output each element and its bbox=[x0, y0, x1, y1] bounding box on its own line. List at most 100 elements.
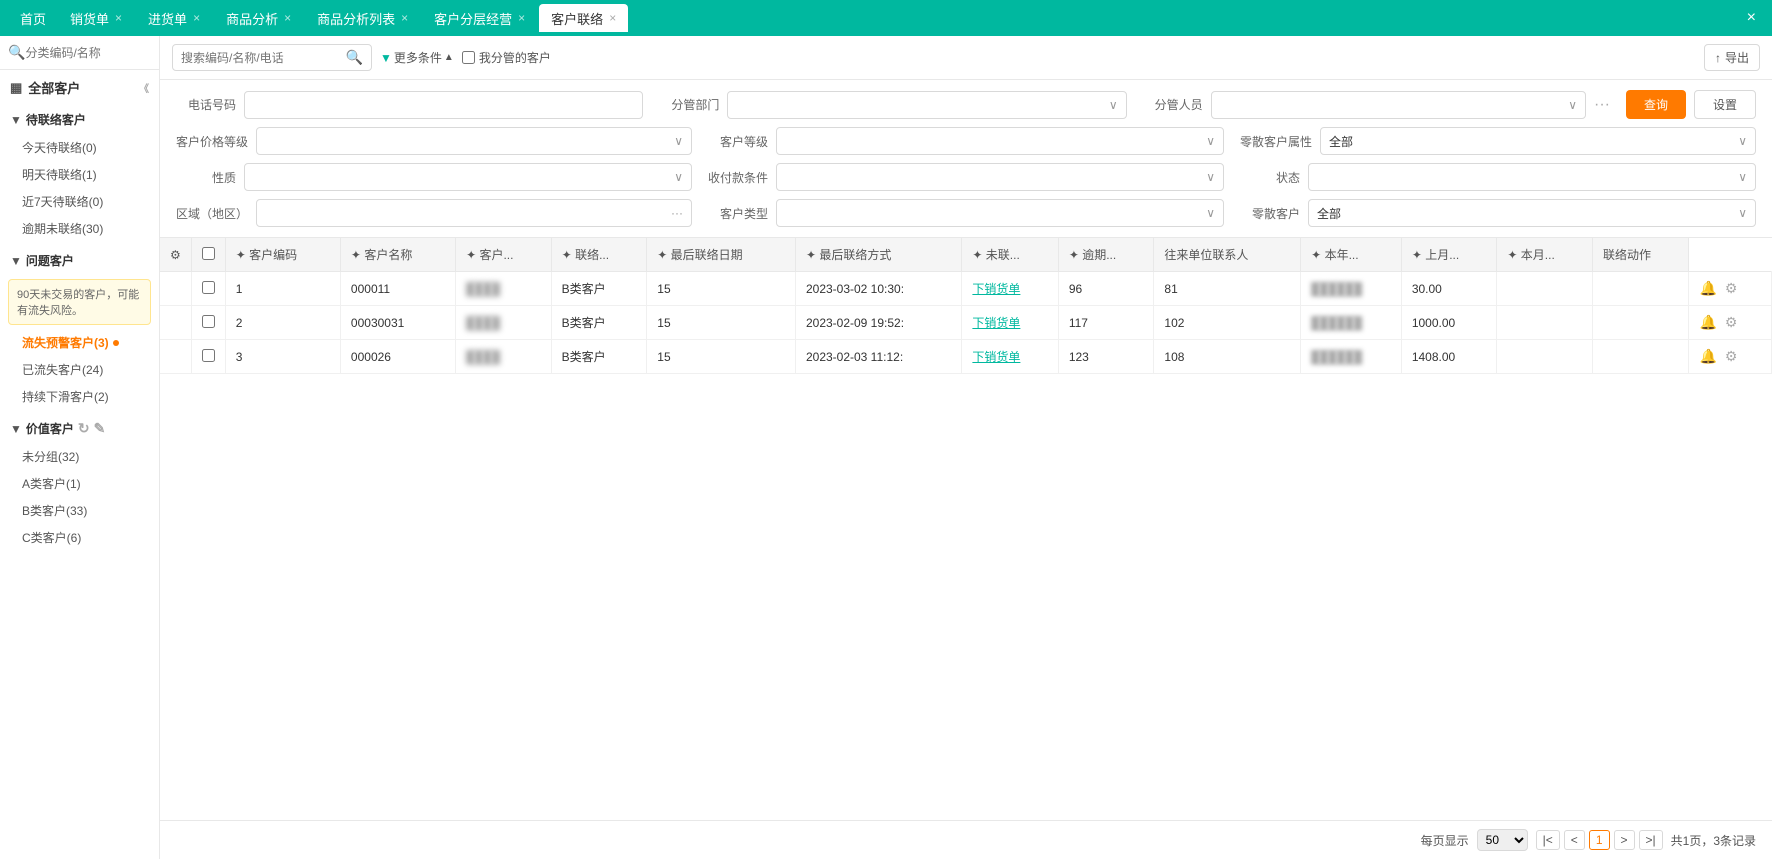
tab-sales-order[interactable]: 销货单 × bbox=[58, 4, 134, 32]
chevron-down-icon: ∨ bbox=[1109, 98, 1118, 112]
contact-action-icon[interactable]: 🔔 bbox=[1699, 280, 1716, 297]
filter-retail-attr-select[interactable]: 全部 ∨ bbox=[1320, 127, 1756, 155]
sidebar-search-box[interactable]: 🔍 bbox=[0, 36, 159, 70]
query-button[interactable]: 查询 bbox=[1626, 90, 1686, 119]
chevron-up-icon: ▲ bbox=[444, 52, 454, 63]
tab-close-segment[interactable]: × bbox=[518, 11, 525, 25]
cell-code: 00030031 bbox=[340, 306, 455, 340]
sidebar-item-class-c[interactable]: C类客户(6) bbox=[0, 524, 159, 551]
sidebar-search-input[interactable] bbox=[25, 46, 160, 60]
page-first-btn[interactable]: |< bbox=[1536, 830, 1560, 850]
cell-last-date: 2023-03-02 10:30: bbox=[795, 272, 961, 306]
tab-product-analysis[interactable]: 商品分析 × bbox=[214, 4, 303, 32]
tab-product-analysis-list[interactable]: 商品分析列表 × bbox=[305, 4, 420, 32]
page-prev-btn[interactable]: < bbox=[1564, 830, 1585, 850]
table-checkbox-col[interactable] bbox=[191, 238, 225, 272]
sidebar-item-declining[interactable]: 持续下滑客户(2) bbox=[0, 383, 159, 410]
filter-row-2: 客户价格等级 ∨ 客户等级 ∨ 零散客户属性 全部 bbox=[176, 127, 1756, 155]
filter-phone-input[interactable] bbox=[244, 91, 643, 119]
sidebar-group-problem-title[interactable]: ▼ 问题客户 bbox=[0, 246, 159, 275]
tab-purchase-order[interactable]: 进货单 × bbox=[136, 4, 212, 32]
filter-price-level-select[interactable]: ∨ bbox=[256, 127, 692, 155]
more-action-icon[interactable]: ⚙ bbox=[1725, 280, 1738, 297]
cell-last-way[interactable]: 下销货单 bbox=[962, 340, 1058, 374]
select-all-checkbox[interactable] bbox=[202, 247, 215, 260]
filter-dept-select[interactable]: ∨ bbox=[727, 91, 1126, 119]
filter-person-select[interactable]: ∨ bbox=[1211, 91, 1586, 119]
sidebar-item-class-b[interactable]: B类客户(33) bbox=[0, 497, 159, 524]
page-last-btn[interactable]: >| bbox=[1639, 830, 1663, 850]
col-year: ✦ 本年... bbox=[1301, 238, 1402, 272]
cell-last-way[interactable]: 下销货单 bbox=[962, 306, 1058, 340]
col-last-date: ✦ 最后联络日期 bbox=[647, 238, 796, 272]
tab-close-purchase[interactable]: × bbox=[193, 11, 200, 25]
my-customers-check[interactable] bbox=[462, 51, 475, 64]
cell-code: 000026 bbox=[340, 340, 455, 374]
edit-icon[interactable]: ✎ bbox=[94, 420, 106, 437]
tab-close-contact[interactable]: × bbox=[609, 11, 616, 25]
cell-contact-count: 15 bbox=[647, 340, 796, 374]
tab-close-sales[interactable]: × bbox=[115, 11, 122, 25]
cell-actions[interactable]: 🔔 ⚙ bbox=[1689, 340, 1772, 374]
filter-customer-type-select[interactable]: ∨ bbox=[776, 199, 1224, 227]
tab-customer-segment[interactable]: 客户分层经营 × bbox=[422, 4, 537, 32]
cell-year: 1408.00 bbox=[1401, 340, 1497, 374]
toolbar-search-icon[interactable]: 🔍 bbox=[346, 49, 363, 66]
sidebar-all-customers[interactable]: ▦ 全部客户 《 bbox=[0, 70, 159, 105]
sidebar-item-tomorrow-contact[interactable]: 明天待联络(1) bbox=[0, 161, 159, 188]
cell-overdue: 108 bbox=[1154, 340, 1301, 374]
sidebar-item-churned[interactable]: 已流失客户(24) bbox=[0, 356, 159, 383]
filter-status: 状态 ∨ bbox=[1240, 163, 1756, 191]
filter-retail: 零散客户 全部 ∨ bbox=[1240, 199, 1756, 227]
filter-nature-select[interactable]: ∨ bbox=[244, 163, 692, 191]
filter-customer-level-select[interactable]: ∨ bbox=[776, 127, 1224, 155]
sidebar-item-churn-warning[interactable]: 流失预警客户(3) bbox=[0, 329, 159, 356]
settings-button[interactable]: 设置 bbox=[1694, 90, 1756, 119]
search-input[interactable] bbox=[181, 51, 346, 65]
col-this-month: ✦ 本月... bbox=[1497, 238, 1593, 272]
page-size-select[interactable]: 20 50 100 bbox=[1477, 829, 1528, 851]
cell-actions[interactable]: 🔔 ⚙ bbox=[1689, 306, 1772, 340]
sidebar-item-week-contact[interactable]: 近7天待联络(0) bbox=[0, 188, 159, 215]
toolbar-search-box[interactable]: 🔍 bbox=[172, 44, 372, 71]
filter-retail-select[interactable]: 全部 ∨ bbox=[1308, 199, 1756, 227]
row-checkbox[interactable] bbox=[191, 306, 225, 340]
more-icon[interactable]: ··· bbox=[1594, 96, 1610, 114]
export-button[interactable]: ↑ 导出 bbox=[1704, 44, 1760, 71]
tab-close-product-list[interactable]: × bbox=[401, 11, 408, 25]
filter-region-label: 区域（地区） bbox=[176, 205, 248, 222]
filter-payment-select[interactable]: ∨ bbox=[776, 163, 1224, 191]
close-all-tabs-icon[interactable]: × bbox=[1739, 9, 1764, 27]
cell-contact-count: 15 bbox=[647, 306, 796, 340]
filter-customer-type-label: 客户类型 bbox=[708, 205, 768, 222]
sidebar-item-ungrouped[interactable]: 未分组(32) bbox=[0, 443, 159, 470]
contact-action-icon[interactable]: 🔔 bbox=[1699, 314, 1716, 331]
sidebar-group-pending-title[interactable]: ▼ 待联络客户 bbox=[0, 105, 159, 134]
row-checkbox[interactable] bbox=[191, 340, 225, 374]
cell-last-way[interactable]: 下销货单 bbox=[962, 272, 1058, 306]
row-checkbox[interactable] bbox=[191, 272, 225, 306]
sidebar-item-class-a[interactable]: A类客户(1) bbox=[0, 470, 159, 497]
tab-customer-contact[interactable]: 客户联络 × bbox=[539, 4, 628, 32]
sidebar-group-value-title[interactable]: ▼ 价值客户 ↻ ✎ bbox=[0, 414, 159, 443]
page-next-btn[interactable]: > bbox=[1614, 830, 1635, 850]
more-action-icon[interactable]: ⚙ bbox=[1725, 348, 1738, 365]
sidebar-item-today-contact[interactable]: 今天待联络(0) bbox=[0, 134, 159, 161]
contact-action-icon[interactable]: 🔔 bbox=[1699, 348, 1716, 365]
more-conditions-btn[interactable]: ▼ 更多条件 ▲ bbox=[380, 49, 454, 66]
filter-status-select[interactable]: ∨ bbox=[1308, 163, 1756, 191]
tab-close-product-analysis[interactable]: × bbox=[284, 11, 291, 25]
table-settings-col[interactable]: ⚙ bbox=[160, 238, 191, 272]
col-last-way: ✦ 最后联络方式 bbox=[795, 238, 961, 272]
cell-actions[interactable]: 🔔 ⚙ bbox=[1689, 272, 1772, 306]
filter-price-level: 客户价格等级 ∨ bbox=[176, 127, 692, 155]
more-action-icon[interactable]: ⚙ bbox=[1725, 314, 1738, 331]
filter-region-select[interactable]: ··· bbox=[256, 199, 692, 227]
cell-last-month bbox=[1497, 306, 1593, 340]
tab-home[interactable]: 首页 bbox=[8, 9, 58, 28]
sidebar-collapse-icon[interactable]: 《 bbox=[139, 80, 149, 95]
refresh-icon[interactable]: ↻ bbox=[78, 420, 90, 437]
my-customers-checkbox[interactable]: 我分管的客户 bbox=[462, 49, 551, 66]
cell-this-month bbox=[1593, 340, 1689, 374]
sidebar-item-overdue-contact[interactable]: 逾期未联络(30) bbox=[0, 215, 159, 242]
